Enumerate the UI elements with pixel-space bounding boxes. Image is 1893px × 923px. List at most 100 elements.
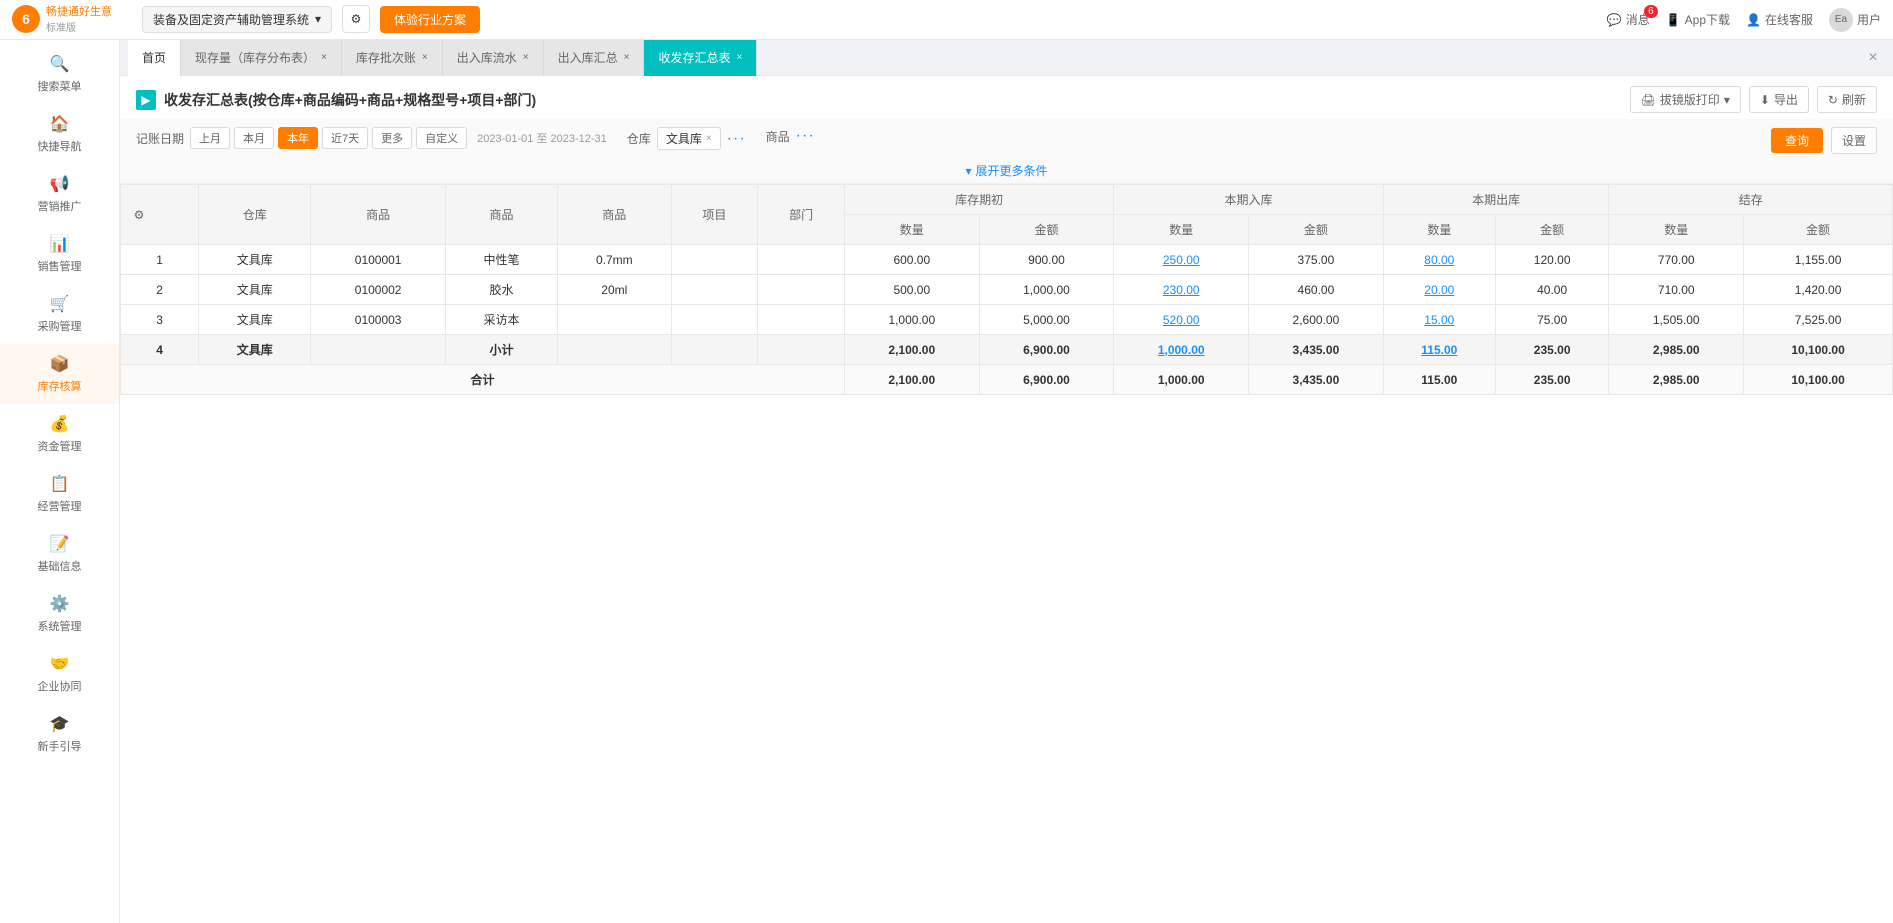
online-service-label: 在线客服 <box>1765 11 1813 28</box>
close-inventory-dist-icon[interactable]: × <box>321 52 327 63</box>
total-in-amt: 3,435.00 <box>1249 365 1384 395</box>
cell-project <box>671 305 758 335</box>
close-all-tabs-button[interactable]: × <box>1861 46 1885 70</box>
close-flow-icon[interactable]: × <box>523 52 529 63</box>
close-batch-icon[interactable]: × <box>422 52 428 63</box>
date-btn-more[interactable]: 更多 <box>372 127 412 149</box>
tab-home[interactable]: 首页 <box>128 40 181 76</box>
refresh-button[interactable]: ↻ 刷新 <box>1817 86 1877 113</box>
cell-bal-amt: 1,420.00 <box>1744 275 1893 305</box>
sidebar-item-quick[interactable]: 🏠 快捷导航 <box>0 104 119 164</box>
col-init-amt: 金额 <box>979 215 1114 245</box>
cell-out-qty[interactable]: 20.00 <box>1383 275 1495 305</box>
enterprise-icon: 🤝 <box>50 654 70 674</box>
cell-code: 0100002 <box>311 275 446 305</box>
query-button[interactable]: 查询 <box>1771 128 1823 153</box>
warehouse-remove-icon[interactable]: × <box>706 133 712 144</box>
sales-icon: 📊 <box>50 234 70 254</box>
cell-bal-qty: 1,505.00 <box>1609 305 1744 335</box>
collapse-sidebar-button[interactable]: ▶ <box>136 90 156 110</box>
expand-button[interactable]: ▾ 展开更多条件 <box>965 162 1047 179</box>
date-btn-7days[interactable]: 近7天 <box>322 127 368 149</box>
subtotal-in-qty[interactable]: 1,000.00 <box>1114 335 1249 365</box>
system-select[interactable]: 装备及固定资产辅助管理系统 ▾ <box>142 6 332 33</box>
cell-name: 采访本 <box>445 305 557 335</box>
col-project: 项目 <box>671 185 758 245</box>
sidebar-item-basic[interactable]: 📝 基础信息 <box>0 524 119 584</box>
sidebar-item-inventory[interactable]: 📦 库存核算 <box>0 344 119 404</box>
subtotal-out-qty[interactable]: 115.00 <box>1383 335 1495 365</box>
col-code: 商品 <box>311 185 446 245</box>
warehouse-tag[interactable]: 文具库 × <box>657 127 721 150</box>
sidebar-label-inventory: 库存核算 <box>38 378 82 394</box>
sidebar-item-system[interactable]: ⚙️ 系统管理 <box>0 584 119 644</box>
cell-seq: 3 <box>121 305 199 335</box>
col-bal-amt: 金额 <box>1744 215 1893 245</box>
tab-receive-summary[interactable]: 收发存汇总表 × <box>644 40 757 76</box>
col-group-init: 库存期初 <box>844 185 1113 215</box>
col-spec: 商品 <box>558 185 671 245</box>
cell-out-qty[interactable]: 15.00 <box>1383 305 1495 335</box>
settings-icon[interactable]: ⚙ <box>342 5 370 33</box>
date-filter-label: 记账日期 <box>136 130 184 147</box>
tab-summary[interactable]: 出入库汇总 × <box>544 40 645 76</box>
total-bal-amt: 10,100.00 <box>1744 365 1893 395</box>
sidebar-item-purchase[interactable]: 🛒 采购管理 <box>0 284 119 344</box>
cell-out-qty[interactable]: 80.00 <box>1383 245 1495 275</box>
phone-icon: 📱 <box>1666 13 1681 27</box>
cell-project <box>671 245 758 275</box>
date-btn-custom[interactable]: 自定义 <box>416 127 467 149</box>
content-area: 首页 现存量（库存分布表） × 库存批次账 × 出入库流水 × 出入库汇总 × … <box>120 40 1893 923</box>
goods-more-dots[interactable]: ··· <box>796 127 815 145</box>
col-out-amt: 金额 <box>1495 215 1609 245</box>
sidebar-item-newbie[interactable]: 🎓 新手引导 <box>0 704 119 764</box>
date-btn-this-month[interactable]: 本月 <box>234 127 274 149</box>
cell-bal-amt: 7,525.00 <box>1744 305 1893 335</box>
tab-receive-summary-label: 收发存汇总表 <box>658 49 730 66</box>
date-btn-this-year[interactable]: 本年 <box>278 127 318 149</box>
close-receive-summary-icon[interactable]: × <box>736 52 742 63</box>
cell-out-amt: 120.00 <box>1495 245 1609 275</box>
tab-inventory-dist[interactable]: 现存量（库存分布表） × <box>181 40 342 76</box>
sidebar: 🔍 搜索菜单 🏠 快捷导航 📢 营销推广 📊 销售管理 🛒 采购管理 📦 库存核… <box>0 40 120 923</box>
expand-row: ▾ 展开更多条件 <box>120 158 1893 184</box>
subtotal-warehouse: 文具库 <box>199 335 311 365</box>
user-item[interactable]: Ea 用户 <box>1829 8 1881 32</box>
tab-flow[interactable]: 出入库流水 × <box>443 40 544 76</box>
app-download-item[interactable]: 📱 App下载 <box>1666 11 1730 28</box>
cell-in-qty[interactable]: 250.00 <box>1114 245 1249 275</box>
table-settings-icon[interactable]: ⚙ <box>129 205 149 225</box>
warehouse-filter-label: 仓库 <box>627 130 651 147</box>
cell-name: 胶水 <box>445 275 557 305</box>
filter-settings-button[interactable]: 设置 <box>1831 127 1877 154</box>
cell-in-qty[interactable]: 230.00 <box>1114 275 1249 305</box>
data-table: ⚙ 仓库 商品 商品 商品 项目 部门 库存期初 本期入库 本期出库 结存 <box>120 184 1893 395</box>
col-group-out: 本期出库 <box>1383 185 1609 215</box>
sidebar-item-marketing[interactable]: 📢 营销推广 <box>0 164 119 224</box>
warehouse-more-dots[interactable]: ··· <box>727 130 746 148</box>
close-summary-icon[interactable]: × <box>624 52 630 63</box>
sidebar-item-finance[interactable]: 💰 资金管理 <box>0 404 119 464</box>
total-out-amt: 235.00 <box>1495 365 1609 395</box>
export-button[interactable]: ⬇ 导出 <box>1749 86 1809 113</box>
col-settings[interactable]: ⚙ <box>121 185 199 245</box>
goods-filter-label: 商品 <box>766 128 790 145</box>
logo-title: 畅捷通好生意 <box>46 5 112 19</box>
online-service-item[interactable]: 👤 在线客服 <box>1746 11 1813 28</box>
cell-spec: 0.7mm <box>558 245 671 275</box>
cell-in-qty[interactable]: 520.00 <box>1114 305 1249 335</box>
sidebar-item-search[interactable]: 🔍 搜索菜单 <box>0 44 119 104</box>
table-row: 1 文具库 0100001 中性笔 0.7mm 600.00 900.00 25… <box>121 245 1893 275</box>
sidebar-label-purchase: 采购管理 <box>38 318 82 334</box>
tab-batch[interactable]: 库存批次账 × <box>342 40 443 76</box>
refresh-icon: ↻ <box>1828 93 1838 107</box>
sidebar-item-operation[interactable]: 📋 经营管理 <box>0 464 119 524</box>
date-btn-last-month[interactable]: 上月 <box>190 127 230 149</box>
sidebar-label-quick: 快捷导航 <box>38 138 82 154</box>
message-item[interactable]: 💬 消息 6 <box>1607 11 1650 28</box>
trial-button[interactable]: 体验行业方案 <box>380 6 480 33</box>
col-in-qty: 数量 <box>1114 215 1249 245</box>
print-button[interactable]: 🖨 拔镜版打印 ▾ <box>1630 86 1741 113</box>
sidebar-item-sales[interactable]: 📊 销售管理 <box>0 224 119 284</box>
sidebar-item-enterprise[interactable]: 🤝 企业协同 <box>0 644 119 704</box>
